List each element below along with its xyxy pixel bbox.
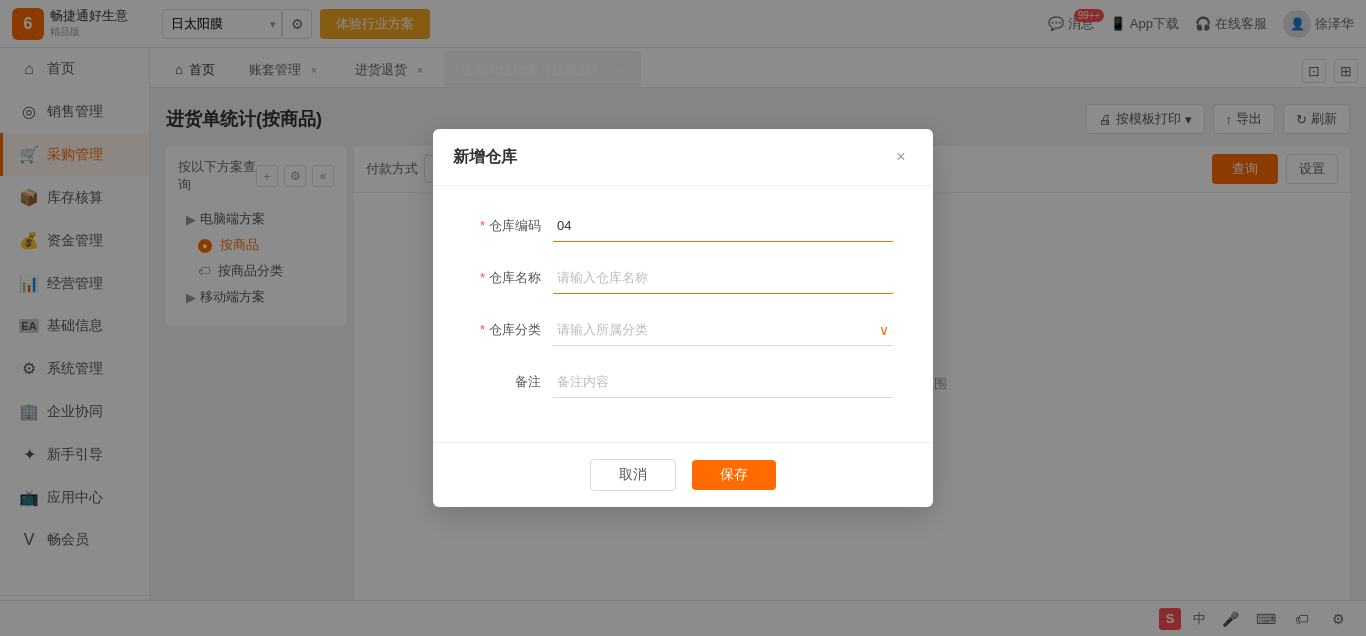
remark-input[interactable] [553,366,893,398]
required-star-2: * [480,270,485,285]
modal-header: 新增仓库 × [433,129,933,186]
modal-title: 新增仓库 [453,147,517,168]
name-label: *仓库名称 [473,269,553,287]
modal-close-btn[interactable]: × [889,145,913,169]
modal-new-warehouse: 新增仓库 × *仓库编码 *仓库名称 *仓库分类 [433,129,933,507]
remark-label: 备注 [473,373,553,391]
category-select[interactable]: 请输入所属分类 [553,314,893,346]
modal-footer: 取消 保存 [433,442,933,507]
modal-overlay[interactable]: 新增仓库 × *仓库编码 *仓库名称 *仓库分类 [0,0,1366,636]
form-row-remark: 备注 [473,366,893,398]
form-row-category: *仓库分类 请输入所属分类 [473,314,893,346]
code-label: *仓库编码 [473,217,553,235]
category-label: *仓库分类 [473,321,553,339]
required-star: * [480,218,485,233]
code-input[interactable] [553,210,893,242]
required-star-3: * [480,322,485,337]
modal-body: *仓库编码 *仓库名称 *仓库分类 请输入所属分类 [433,186,933,442]
category-select-wrap[interactable]: 请输入所属分类 [553,314,893,346]
form-row-code: *仓库编码 [473,210,893,242]
cancel-button[interactable]: 取消 [590,459,676,491]
form-row-name: *仓库名称 [473,262,893,294]
name-input[interactable] [553,262,893,294]
save-button[interactable]: 保存 [692,460,776,490]
